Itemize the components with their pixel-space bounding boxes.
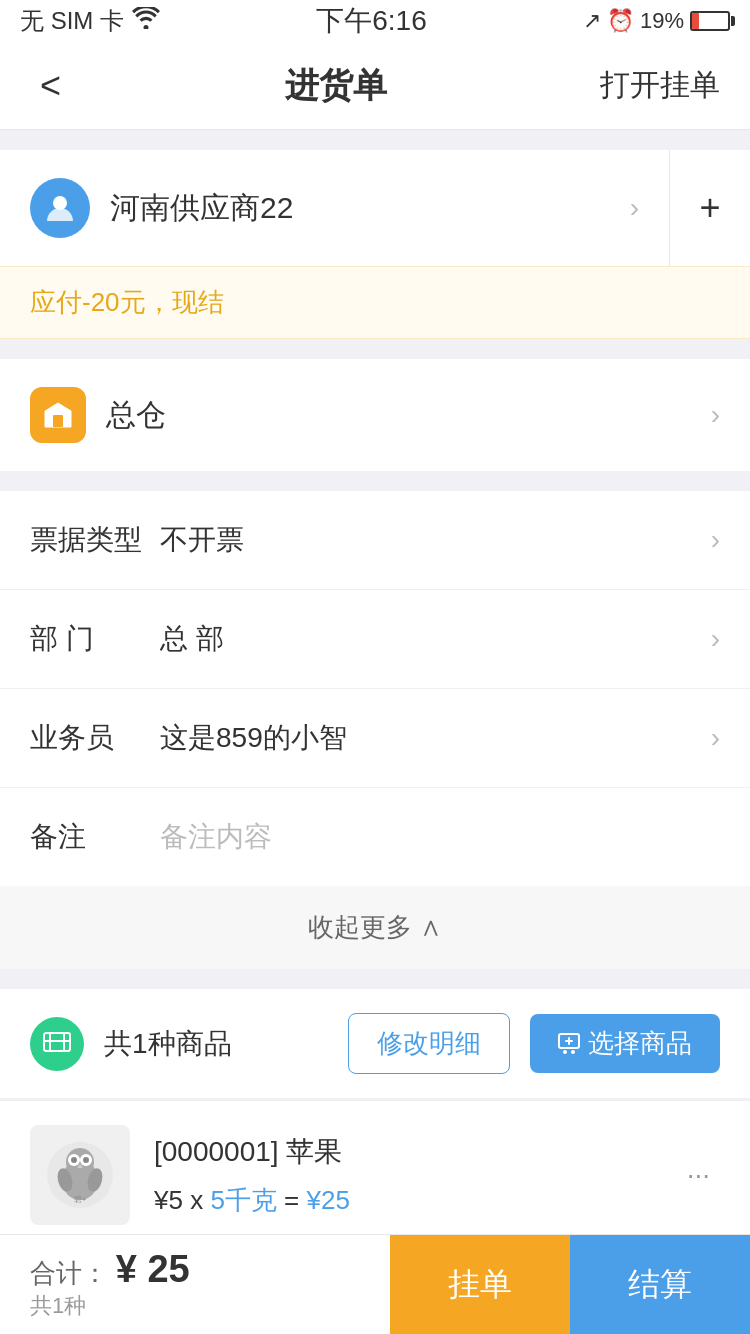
svg-point-0 (53, 196, 67, 210)
chevron-right-icon: › (711, 623, 720, 655)
svg-point-11 (71, 1157, 77, 1163)
hang-order-button[interactable]: 挂单 (390, 1235, 570, 1335)
cart-icon (558, 1033, 580, 1055)
supplier-avatar (30, 178, 90, 238)
remark-label: 备注 (30, 818, 160, 856)
wifi-icon (132, 7, 160, 35)
remark-row[interactable]: 备注 备注内容 (0, 788, 750, 886)
notice-text: 应付-20元，现结 (30, 287, 224, 317)
chevron-right-icon: › (711, 524, 720, 556)
svg-rect-1 (53, 415, 63, 427)
status-carrier: 无 SIM 卡 (20, 5, 160, 37)
alarm-icon: ⏰ (607, 8, 634, 34)
total-amount: ¥ 25 (116, 1248, 190, 1290)
collapse-label: 收起更多 ∧ (308, 912, 441, 942)
total-label: 合计： (30, 1258, 108, 1288)
products-count: 共1种商品 (104, 1025, 328, 1063)
select-product-button[interactable]: 选择商品 (530, 1014, 720, 1073)
product-name: [0000001] 苹果 (154, 1133, 677, 1171)
warehouse-section[interactable]: 总仓 › (0, 359, 750, 471)
total-row: 合计： ¥ 25 (30, 1248, 360, 1291)
department-value: 总 部 (160, 620, 701, 658)
warehouse-icon (30, 387, 86, 443)
product-thumbnail: 碧+ (30, 1125, 130, 1225)
chevron-right-icon: › (711, 399, 720, 431)
battery-icon (690, 11, 730, 31)
total-section: 合计： ¥ 25 共1种 (0, 1248, 390, 1321)
checkout-button[interactable]: 结算 (570, 1235, 750, 1335)
svg-point-4 (563, 1050, 567, 1054)
salesperson-value: 这是859的小智 (160, 719, 701, 757)
salesperson-label: 业务员 (30, 719, 160, 757)
remark-value: 备注内容 (160, 818, 720, 856)
product-image: 碧+ (45, 1140, 115, 1210)
product-price: ¥5 x 5千克 = ¥25 (154, 1183, 677, 1218)
nav-bar: < 进货单 打开挂单 (0, 42, 750, 130)
invoice-type-value: 不开票 (160, 521, 701, 559)
chevron-right-icon: › (630, 192, 639, 224)
location-icon: ↗ (583, 8, 601, 34)
supplier-section: 河南供应商22 › + (0, 150, 750, 266)
invoice-type-label: 票据类型 (30, 521, 160, 559)
supplier-name: 河南供应商22 (110, 188, 620, 229)
status-right: ↗ ⏰ 19% (583, 8, 730, 34)
product-info: [0000001] 苹果 ¥5 x 5千克 = ¥25 (154, 1133, 677, 1218)
form-section: 票据类型 不开票 › 部 门 总 部 › 业务员 这是859的小智 › 备注 备… (0, 491, 750, 886)
product-item: 碧+ [0000001] 苹果 ¥5 x 5千克 = ¥25 ··· (0, 1100, 750, 1249)
chevron-right-icon: › (711, 722, 720, 754)
supplier-selector[interactable]: 河南供应商22 › (0, 150, 670, 266)
svg-text:碧+: 碧+ (74, 1195, 87, 1204)
svg-point-5 (571, 1050, 575, 1054)
salesperson-row[interactable]: 业务员 这是859的小智 › (0, 689, 750, 788)
invoice-type-row[interactable]: 票据类型 不开票 › (0, 491, 750, 590)
notice-bar: 应付-20元，现结 (0, 266, 750, 339)
modify-details-button[interactable]: 修改明细 (348, 1013, 510, 1074)
total-sub: 共1种 (30, 1291, 360, 1321)
department-row[interactable]: 部 门 总 部 › (0, 590, 750, 689)
collapse-button[interactable]: 收起更多 ∧ (0, 886, 750, 969)
products-icon (30, 1017, 84, 1071)
battery-percent: 19% (640, 8, 684, 34)
warehouse-name: 总仓 (106, 395, 701, 436)
status-bar: 无 SIM 卡 下午6:16 ↗ ⏰ 19% (0, 0, 750, 42)
product-more-button[interactable]: ··· (677, 1149, 720, 1201)
page-title: 进货单 (285, 63, 387, 109)
open-pending-button[interactable]: 打开挂单 (600, 65, 720, 106)
department-label: 部 门 (30, 620, 160, 658)
back-button[interactable]: < (30, 55, 71, 117)
bottom-bar: 合计： ¥ 25 共1种 挂单 结算 (0, 1234, 750, 1334)
status-time: 下午6:16 (316, 2, 427, 40)
svg-point-12 (83, 1157, 89, 1163)
add-supplier-button[interactable]: + (670, 187, 750, 229)
products-header: 共1种商品 修改明细 选择商品 (0, 989, 750, 1098)
